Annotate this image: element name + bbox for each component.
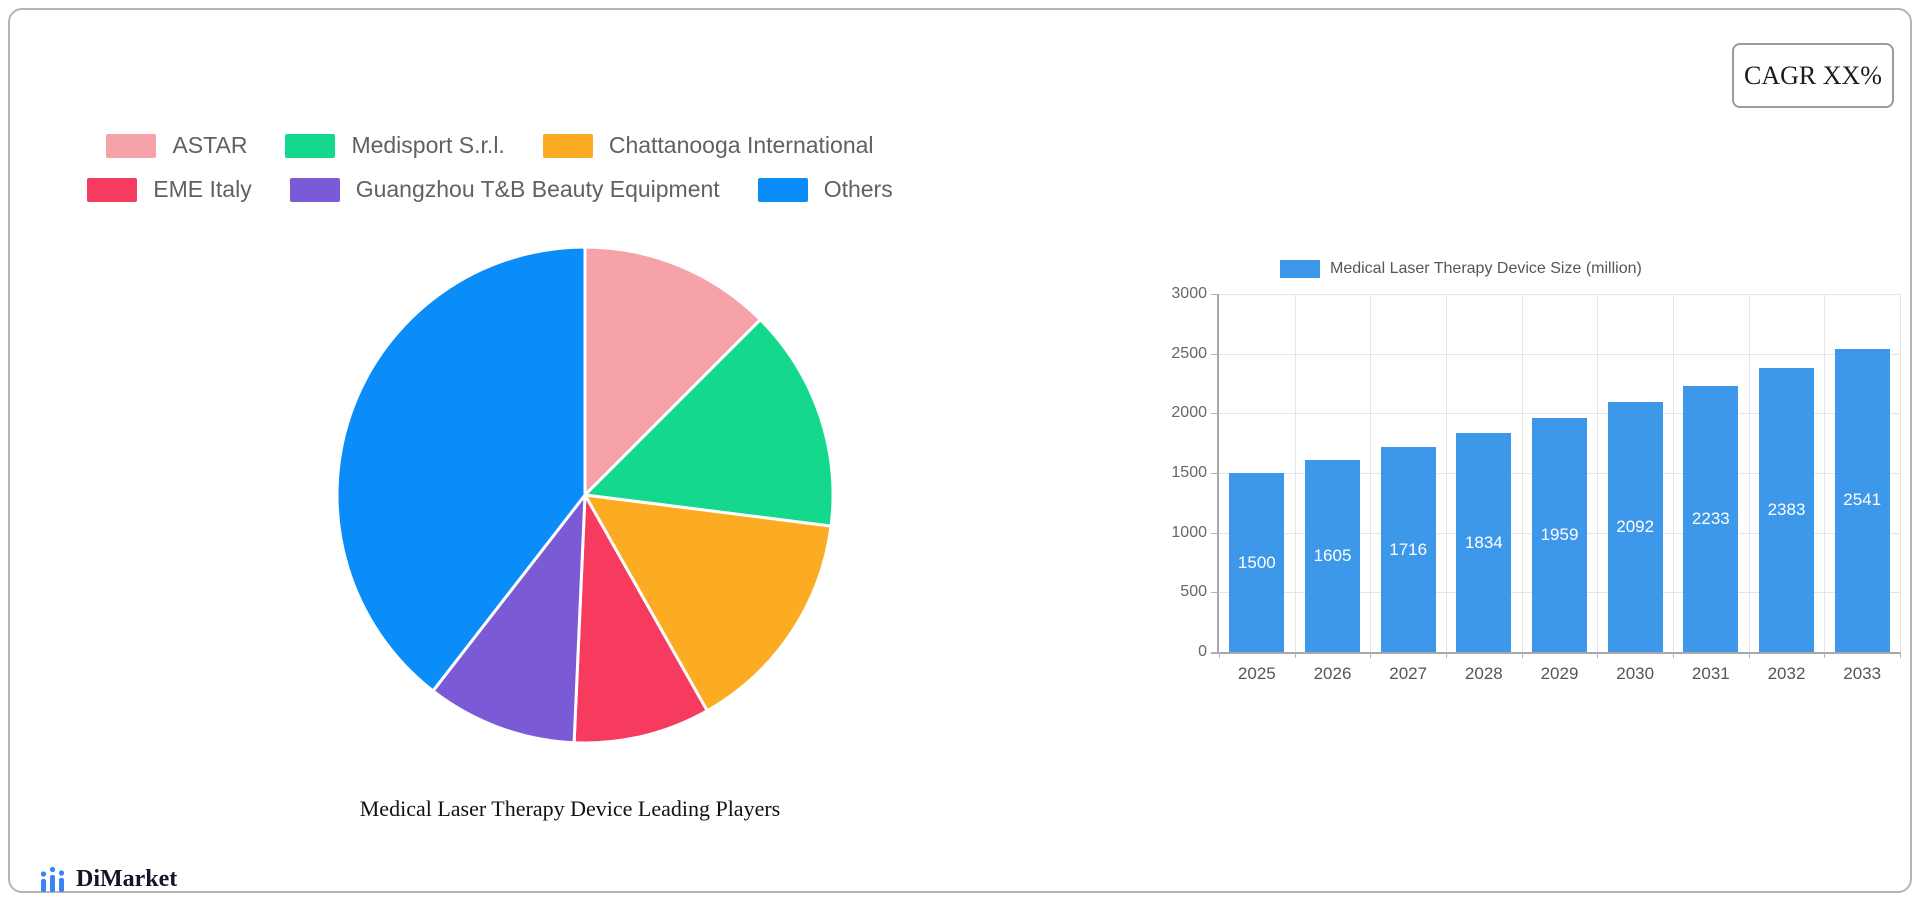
legend-label: ASTAR (172, 132, 248, 158)
x-axis-tick (1294, 652, 1296, 658)
bar-value-label: 1716 (1389, 539, 1428, 559)
y-axis-tick (1211, 413, 1217, 415)
gridline-vertical (1294, 294, 1296, 652)
report-page: CAGR XX% ASTAR Medisport S.r.l. Chattanoog… (0, 0, 1920, 901)
x-axis-label-2026: 2026 (1313, 664, 1352, 683)
legend-swatch (289, 177, 340, 202)
legend-swatch (542, 133, 593, 158)
brand-bar-chart-icon (40, 866, 65, 892)
x-axis-label-2030: 2030 (1616, 664, 1655, 683)
y-axis-tick-label: 500 (1180, 583, 1207, 601)
x-axis-tick (1673, 652, 1674, 658)
pie-chart (335, 245, 835, 745)
x-axis-label-2033: 2033 (1843, 664, 1882, 683)
pie-legend-item-medisport-s-r-l[interactable]: Medisport S.r.l. (285, 132, 505, 159)
report-card: CAGR XX% ASTAR Medisport S.r.l. Chattanoog… (8, 8, 1912, 893)
bar-value-label: 1605 (1313, 546, 1352, 566)
x-axis-label-2031: 2031 (1691, 664, 1730, 683)
pie-legend-item-chattanooga-international[interactable]: Chattanooga International (542, 132, 874, 159)
x-axis-tick (1900, 652, 1901, 658)
y-axis-tick (1211, 473, 1217, 474)
x-axis-tick (1597, 652, 1599, 658)
pie-legend-item-others[interactable]: Others (757, 176, 893, 203)
brand-footer: DiMarket (38, 864, 177, 894)
pie-legend-item-guangzhou-t-b-beauty-equipment[interactable]: Guangzhou T&B Beauty Equipment (289, 176, 720, 203)
bar-value-label: 1959 (1540, 525, 1579, 545)
legend-swatch (285, 133, 336, 158)
x-axis-tick (1521, 652, 1523, 658)
x-axis-line (1211, 652, 1900, 654)
gridline-horizontal (1219, 353, 1900, 355)
x-axis-label-2025: 2025 (1237, 664, 1276, 683)
pie-legend: ASTAR Medisport S.r.l. Chattanooga Interna… (10, 132, 970, 220)
x-axis-tick (1219, 652, 1220, 658)
bar-value-label: 1834 (1464, 532, 1503, 552)
legend-swatch (757, 177, 808, 202)
pie-legend-item-eme-italy[interactable]: EME Italy (87, 176, 252, 203)
y-axis-tick (1211, 652, 1217, 653)
legend-label: Chattanooga International (608, 132, 874, 158)
x-axis-tick (1748, 652, 1750, 658)
y-axis-tick-label: 1500 (1171, 464, 1207, 481)
pie-legend-item-astar[interactable]: ASTAR (106, 132, 247, 159)
pie-legend-row: EME Italy Guangzhou T&B Beauty Equipment O… (10, 176, 970, 203)
bar-value-label: 1500 (1237, 552, 1276, 572)
gridline-vertical (1370, 294, 1372, 652)
legend-label: EME Italy (153, 176, 252, 202)
legend-label: Medisport S.r.l. (351, 132, 505, 158)
bar-value-label: 2383 (1767, 499, 1806, 519)
gridline-vertical (1673, 294, 1674, 652)
bar-chart-legend[interactable]: Medical Laser Therapy Device Size (milli… (1280, 260, 1642, 278)
y-axis-tick-label: 2500 (1171, 344, 1207, 362)
legend-label: Others (823, 176, 893, 202)
legend-swatch (87, 177, 138, 202)
gridline-vertical (1900, 294, 1901, 652)
y-axis-tick-label: 3000 (1171, 285, 1207, 302)
pie-chart-title: Medical Laser Therapy Device Leading Pla… (359, 796, 781, 821)
y-axis-tick-label: 1000 (1171, 523, 1207, 541)
gridline-vertical (1521, 294, 1523, 652)
legend-swatch (106, 133, 157, 158)
bar-legend-label: Medical Laser Therapy Device Size (milli… (1330, 260, 1642, 277)
y-axis-tick (1211, 294, 1217, 295)
x-axis-label-2029: 2029 (1540, 664, 1579, 683)
brand-name: DiMarket (76, 865, 178, 892)
y-axis-tick (1211, 353, 1217, 355)
y-axis-tick (1211, 532, 1217, 534)
gridline-vertical (1824, 294, 1826, 652)
cagr-label: CAGR XX% (1744, 60, 1882, 90)
x-axis-tick (1370, 652, 1372, 658)
bar-chart-plot-area: 0 500 1000 1500 2000 2500 3000 1500 2025 1605 2026… (1171, 285, 1901, 683)
x-axis-tick (1446, 652, 1447, 658)
x-axis-label-2028: 2028 (1464, 664, 1503, 683)
gridline-vertical (1597, 294, 1599, 652)
bar-legend-swatch (1280, 260, 1320, 278)
cagr-box: CAGR XX% (1732, 43, 1894, 108)
pie-svg (335, 245, 835, 745)
x-axis-label-2027: 2027 (1389, 664, 1428, 683)
pie-legend-row: ASTAR Medisport S.r.l. Chattanooga Interna… (10, 132, 970, 159)
x-axis-label-2032: 2032 (1767, 664, 1806, 683)
y-axis-tick-label: 2000 (1171, 404, 1207, 422)
bar-value-label: 2092 (1616, 517, 1655, 537)
y-axis-tick-label: 0 (1198, 643, 1207, 660)
bar-value-label: 2541 (1843, 490, 1882, 510)
legend-label: Guangzhou T&B Beauty Equipment (355, 176, 720, 202)
gridline-vertical (1748, 294, 1750, 652)
x-axis-tick (1824, 652, 1826, 658)
gridline-vertical (1446, 294, 1447, 652)
y-axis-tick (1211, 592, 1217, 594)
bar-value-label: 2233 (1691, 508, 1730, 528)
gridline-horizontal (1219, 294, 1900, 295)
